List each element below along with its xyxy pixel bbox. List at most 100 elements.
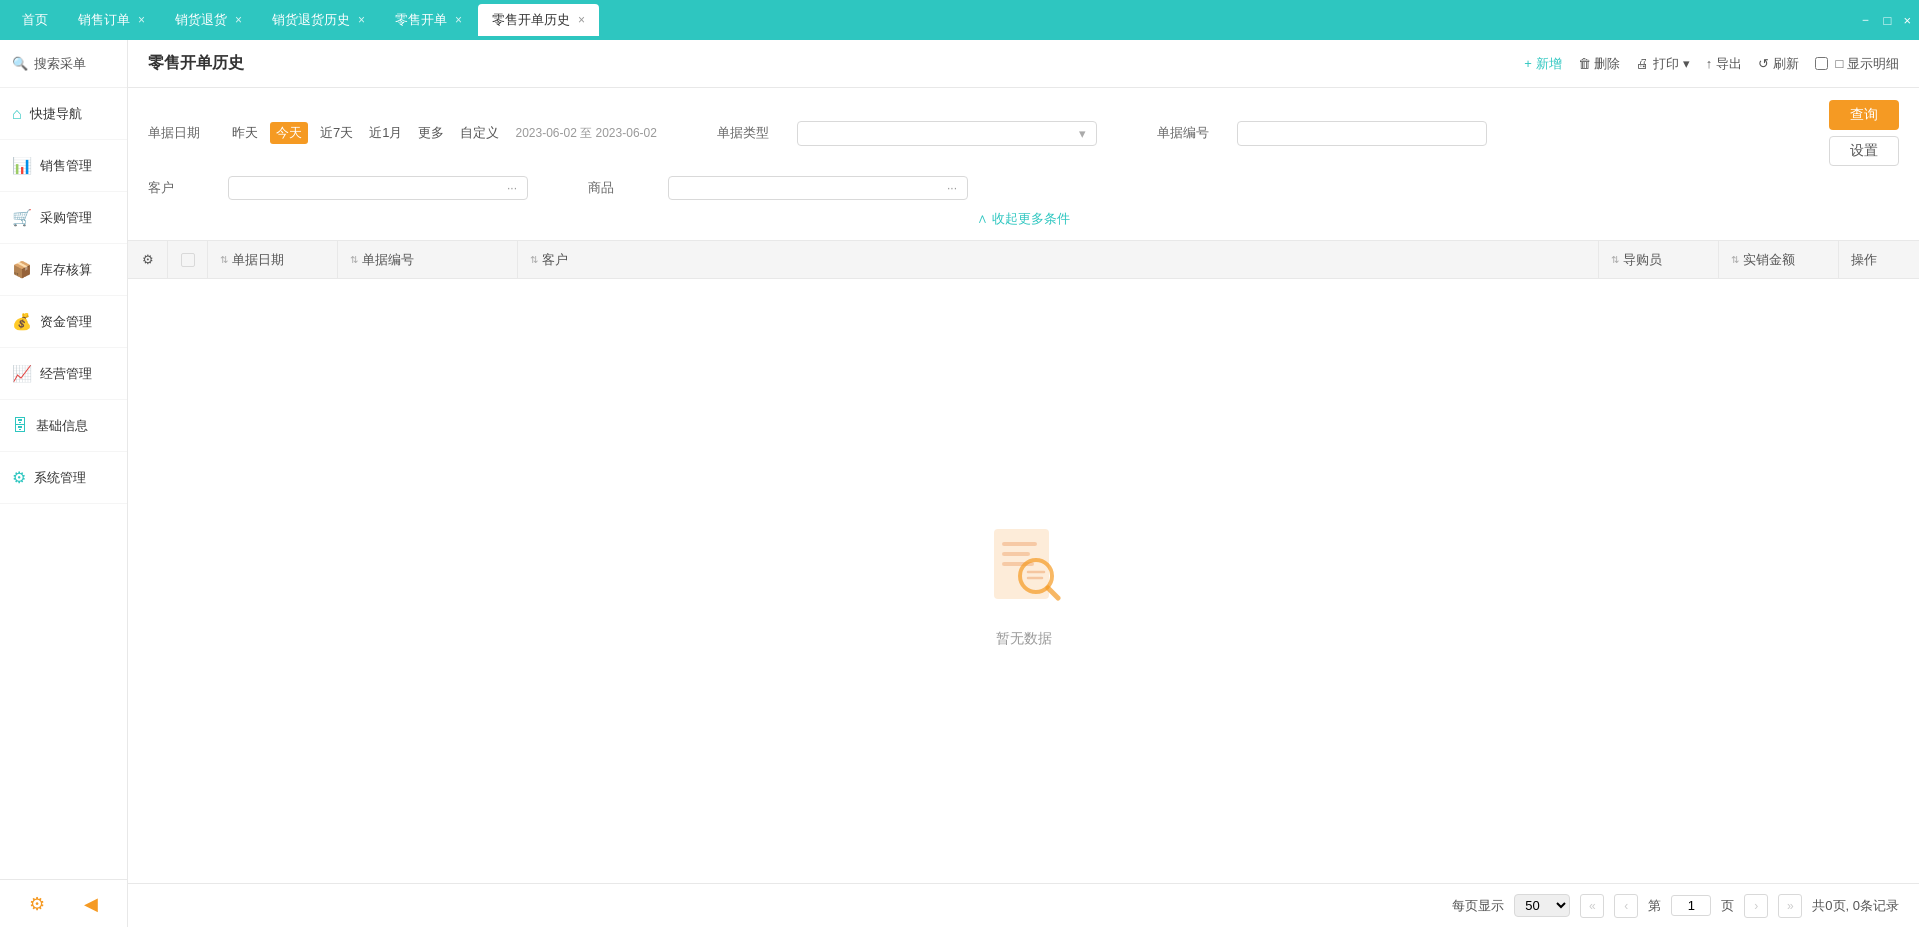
type-select[interactable]: ▾ bbox=[797, 121, 1097, 146]
last-page-button[interactable]: » bbox=[1778, 894, 1802, 918]
goods-ellipsis: ··· bbox=[947, 181, 957, 195]
page-input[interactable] bbox=[1671, 895, 1711, 916]
svg-line-5 bbox=[1048, 588, 1058, 598]
home-icon: ⌂ bbox=[12, 105, 22, 123]
tab-sales-order[interactable]: 销售订单 × bbox=[64, 4, 159, 36]
sidebar-item-system[interactable]: ⚙ 系统管理 bbox=[0, 452, 127, 504]
print-button[interactable]: 🖨 打印 ▾ bbox=[1636, 55, 1690, 73]
tab-sales-order-close[interactable]: × bbox=[138, 13, 145, 27]
sidebar-item-inventory-label: 库存核算 bbox=[40, 261, 92, 279]
type-select-arrow: ▾ bbox=[1079, 126, 1086, 141]
money-icon: 💰 bbox=[12, 312, 32, 331]
th-guide: ⇅ 导购员 bbox=[1599, 241, 1719, 278]
sort-amount-icon[interactable]: ⇅ bbox=[1731, 254, 1739, 265]
refresh-button[interactable]: ↺ 刷新 bbox=[1758, 55, 1799, 73]
date-opt-1month[interactable]: 近1月 bbox=[365, 122, 406, 144]
first-page-button[interactable]: « bbox=[1580, 894, 1604, 918]
chart-icon: 📊 bbox=[12, 156, 32, 175]
tab-retail-open-history-close[interactable]: × bbox=[578, 13, 585, 27]
sort-customer-icon[interactable]: ⇅ bbox=[530, 254, 538, 265]
page-header: 零售开单历史 + 新增 🗑 删除 🖨 打印 ▾ ↑ 导出 ↺ 刷新 bbox=[128, 40, 1919, 88]
customer-select[interactable]: ··· bbox=[228, 176, 528, 200]
customer-ellipsis: ··· bbox=[507, 181, 517, 195]
sidebar-item-system-label: 系统管理 bbox=[34, 469, 86, 487]
tab-sales-return[interactable]: 销货退货 × bbox=[161, 4, 256, 36]
new-button-label: + 新增 bbox=[1524, 55, 1561, 73]
sidebar-item-sales-mgmt[interactable]: 📊 销售管理 bbox=[0, 140, 127, 192]
select-all-checkbox[interactable] bbox=[181, 253, 195, 267]
tab-retail-open-label: 零售开单 bbox=[395, 11, 447, 29]
date-opt-yesterday[interactable]: 昨天 bbox=[228, 122, 262, 144]
th-amount-label: 实销金额 bbox=[1743, 251, 1795, 269]
date-opt-today[interactable]: 今天 bbox=[270, 122, 308, 144]
toolbar: + 新增 🗑 删除 🖨 打印 ▾ ↑ 导出 ↺ 刷新 □ 显示明细 bbox=[1524, 55, 1899, 73]
sidebar-item-sales-mgmt-label: 销售管理 bbox=[40, 157, 92, 175]
sidebar-collapse-button[interactable]: ◀ bbox=[84, 893, 98, 915]
tab-sales-return-label: 销货退货 bbox=[175, 11, 227, 29]
close-button[interactable]: × bbox=[1903, 13, 1911, 28]
maximize-button[interactable]: □ bbox=[1884, 13, 1892, 28]
date-range: 2023-06-02 至 2023-06-02 bbox=[515, 125, 656, 142]
date-opt-7days[interactable]: 近7天 bbox=[316, 122, 357, 144]
sort-date-icon[interactable]: ⇅ bbox=[220, 254, 228, 265]
minimize-button[interactable]: － bbox=[1859, 11, 1872, 29]
sidebar-item-purchase-mgmt[interactable]: 🛒 采购管理 bbox=[0, 192, 127, 244]
th-action-label: 操作 bbox=[1851, 251, 1877, 269]
sidebar-item-finance[interactable]: 💰 资金管理 bbox=[0, 296, 127, 348]
delete-button-label: 🗑 删除 bbox=[1578, 55, 1621, 73]
search-icon: 🔍 bbox=[12, 56, 28, 71]
tab-home[interactable]: 首页 bbox=[8, 4, 62, 36]
svg-rect-2 bbox=[1002, 552, 1030, 556]
sidebar-item-operation[interactable]: 📈 经营管理 bbox=[0, 348, 127, 400]
th-gear[interactable]: ⚙ bbox=[128, 241, 168, 278]
page-size-select[interactable]: 20 50 100 bbox=[1514, 894, 1570, 917]
tab-retail-open-history[interactable]: 零售开单历史 × bbox=[478, 4, 599, 36]
content-area: 零售开单历史 + 新增 🗑 删除 🖨 打印 ▾ ↑ 导出 ↺ 刷新 bbox=[128, 40, 1919, 927]
tab-sales-return-close[interactable]: × bbox=[235, 13, 242, 27]
goods-label: 商品 bbox=[588, 179, 648, 197]
prev-page-icon: ‹ bbox=[1624, 899, 1628, 913]
gear-settings-icon[interactable]: ⚙ bbox=[142, 252, 154, 267]
sidebar-item-quick-nav[interactable]: ⌂ 快捷导航 bbox=[0, 88, 127, 140]
sort-guide-icon[interactable]: ⇅ bbox=[1611, 254, 1619, 265]
page-size-label: 每页显示 bbox=[1452, 897, 1504, 915]
refresh-button-label: ↺ 刷新 bbox=[1758, 55, 1799, 73]
empty-icon bbox=[974, 514, 1074, 614]
collapse-more-button[interactable]: ∧ 收起更多条件 bbox=[148, 210, 1899, 228]
sidebar-search[interactable]: 🔍 搜索采单 bbox=[0, 40, 127, 88]
tab-retail-open-close[interactable]: × bbox=[455, 13, 462, 27]
sort-num-icon[interactable]: ⇅ bbox=[350, 254, 358, 265]
query-button[interactable]: 查询 bbox=[1829, 100, 1899, 130]
tab-sales-return-history[interactable]: 销货退货历史 × bbox=[258, 4, 379, 36]
display-detail-button[interactable]: □ 显示明细 bbox=[1815, 55, 1899, 73]
tab-retail-open[interactable]: 零售开单 × bbox=[381, 4, 476, 36]
th-check[interactable] bbox=[168, 241, 208, 278]
goods-select[interactable]: ··· bbox=[668, 176, 968, 200]
tab-home-label: 首页 bbox=[22, 11, 48, 29]
sidebar: 🔍 搜索采单 ⌂ 快捷导航 📊 销售管理 🛒 采购管理 📦 库存核算 💰 资金管… bbox=[0, 40, 128, 927]
sidebar-settings-button[interactable]: ⚙ bbox=[29, 893, 45, 915]
trend-icon: 📈 bbox=[12, 364, 32, 383]
filter-row-2: 客户 ··· 商品 ··· bbox=[148, 176, 1899, 200]
num-input[interactable] bbox=[1237, 121, 1487, 146]
empty-illustration bbox=[974, 514, 1074, 614]
delete-button[interactable]: 🗑 删除 bbox=[1578, 55, 1621, 73]
next-page-button[interactable]: › bbox=[1744, 894, 1768, 918]
prev-page-button[interactable]: ‹ bbox=[1614, 894, 1638, 918]
date-label: 单据日期 bbox=[148, 124, 208, 142]
sidebar-item-purchase-mgmt-label: 采购管理 bbox=[40, 209, 92, 227]
customer-label: 客户 bbox=[148, 179, 208, 197]
pagination: 每页显示 20 50 100 « ‹ 第 页 › bbox=[128, 883, 1919, 927]
top-nav: 首页 销售订单 × 销货退货 × 销货退货历史 × 零售开单 × 零售开单历史 … bbox=[0, 0, 1919, 40]
gear-icon: ⚙ bbox=[12, 468, 26, 487]
sidebar-item-basic-info[interactable]: 🗄 基础信息 bbox=[0, 400, 127, 452]
th-num: ⇅ 单据编号 bbox=[338, 241, 518, 278]
sidebar-item-inventory[interactable]: 📦 库存核算 bbox=[0, 244, 127, 296]
date-opt-custom[interactable]: 自定义 bbox=[456, 122, 503, 144]
setting-button[interactable]: 设置 bbox=[1829, 136, 1899, 166]
date-opt-more[interactable]: 更多 bbox=[414, 122, 448, 144]
tab-sales-return-history-close[interactable]: × bbox=[358, 13, 365, 27]
display-detail-checkbox[interactable] bbox=[1815, 57, 1828, 70]
export-button[interactable]: ↑ 导出 bbox=[1706, 55, 1742, 73]
new-button[interactable]: + 新增 bbox=[1524, 55, 1561, 73]
